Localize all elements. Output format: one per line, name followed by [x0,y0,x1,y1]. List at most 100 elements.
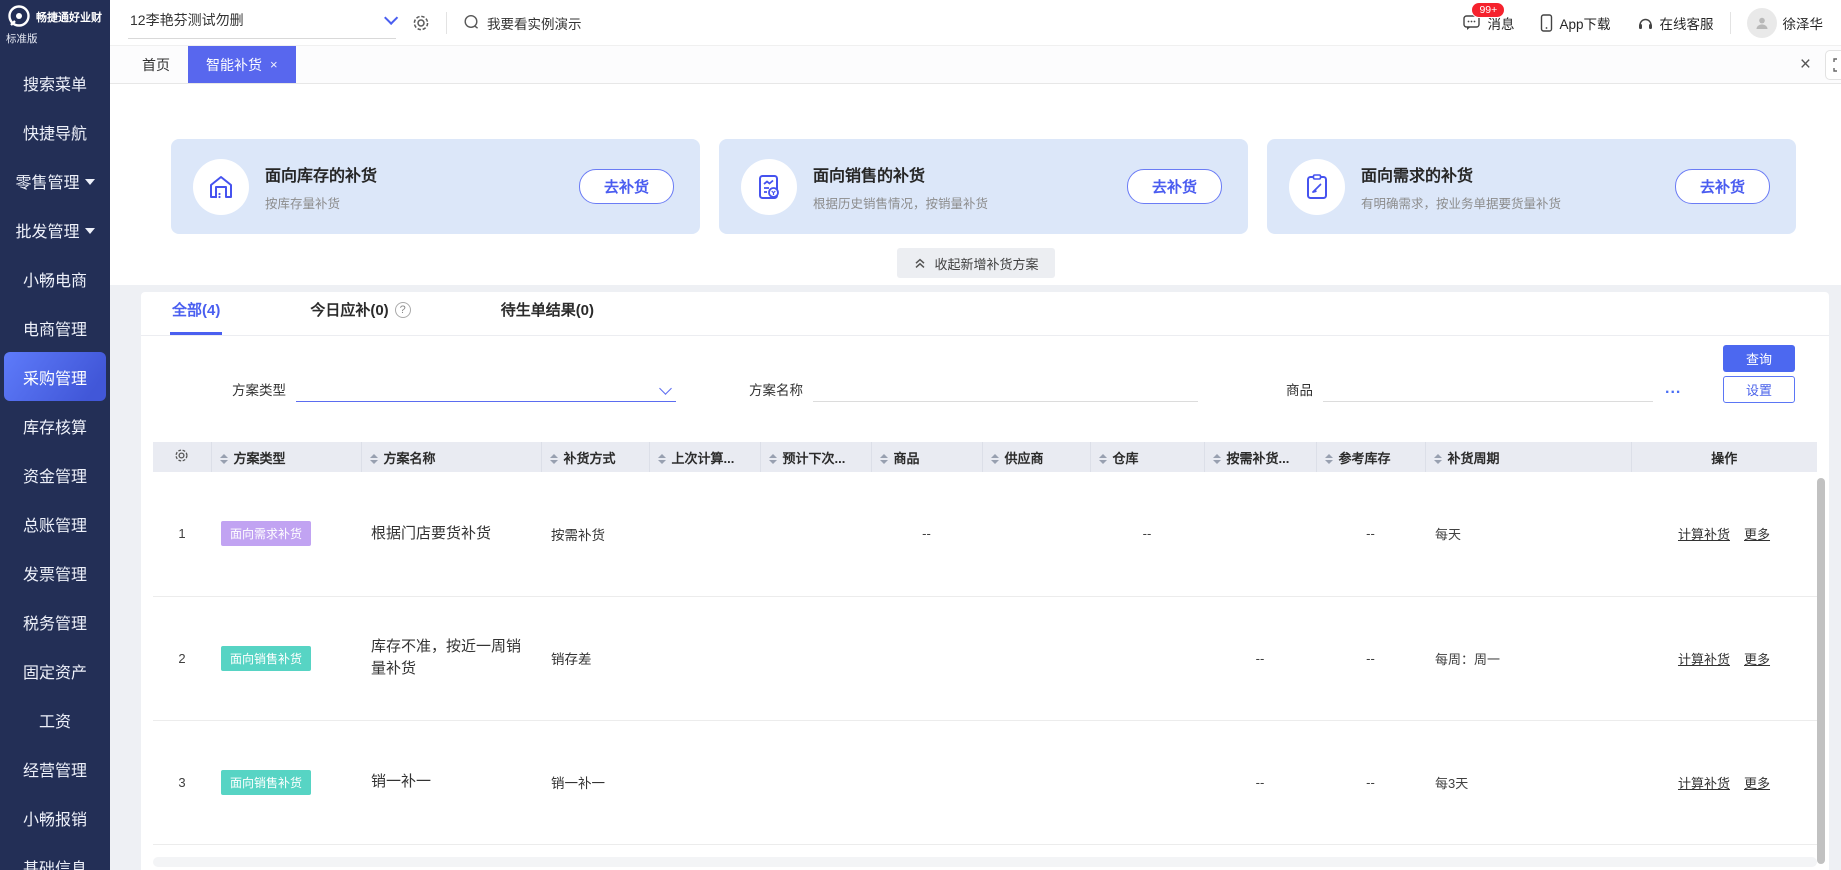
sidebar-item-ecom-mgmt[interactable]: 电商管理 [4,303,106,352]
header-supplier[interactable]: 供应商 [982,442,1091,472]
go-replenish-button[interactable]: 去补货 [1674,169,1770,204]
online-support-button[interactable]: 在线客服 [1637,13,1714,33]
calc-replenish-link[interactable]: 计算补货 [1678,652,1730,667]
plan-type-select[interactable] [296,376,676,402]
header-label: 按需补货... [1226,450,1290,466]
sidebar-item-purchase-mgmt[interactable]: 采购管理 [4,352,106,401]
go-replenish-button[interactable]: 去补货 [578,169,674,204]
product [871,720,982,845]
settings-button[interactable]: 设置 [1723,376,1795,403]
ref-stock: -- [1316,472,1425,597]
sort-icon[interactable] [219,454,228,465]
vertical-scrollbar[interactable] [1817,478,1825,864]
sidebar-item-inventory-accounting[interactable]: 库存核算 [4,401,106,450]
gear-icon [175,449,188,462]
more-link[interactable]: 更多 [1744,776,1770,791]
tab-label: 今日应补(0) [310,302,389,319]
sidebar-item-general-ledger[interactable]: 总账管理 [4,499,106,548]
more-filters-ellipsis-icon[interactable]: ... [1665,381,1681,397]
more-link[interactable]: 更多 [1744,652,1770,667]
header-label: 操作 [1711,450,1738,466]
search-button[interactable]: 查询 [1723,345,1795,372]
sidebar-item-funds[interactable]: 资金管理 [4,450,106,499]
sort-icon[interactable] [1098,454,1107,465]
sidebar-item-payroll[interactable]: 工资 [4,695,106,744]
sidebar-item-fixed-assets[interactable]: 固定资产 [4,646,106,695]
plan-name: 根据门店要货补货 [361,472,541,597]
app-download-label: App下载 [1559,16,1611,32]
table-header-row: 方案类型 方案名称 补货方式 上次计算... 预计下次... 商品 供应商 仓库… [153,442,1817,472]
sidebar-item-label: 小畅报销 [22,811,87,829]
demo-link[interactable]: 我要看实例演示 [463,13,582,33]
tab-close-icon[interactable]: × [270,57,278,72]
sidebar-item-tax[interactable]: 税务管理 [4,597,106,646]
plan-name-input[interactable] [813,376,1198,402]
cycle: 每天 [1425,472,1631,597]
product [871,596,982,721]
header-cycle[interactable]: 补货周期 [1425,442,1632,472]
fullscreen-button[interactable] [1825,49,1841,80]
sidebar-item-search-menu[interactable]: 搜索菜单 [4,58,106,107]
main-content: 面向库存的补货 按库存量补货 去补货 面向销售的补货 根据历史销售情况，按销量补… [110,84,1841,870]
plan-type-badge: 面向销售补货 [221,769,312,795]
column-settings-button[interactable] [153,442,212,472]
calc-replenish-link[interactable]: 计算补货 [1678,776,1730,791]
help-icon[interactable]: ? [394,301,411,318]
plans-table: 方案类型 方案名称 补货方式 上次计算... 预计下次... 商品 供应商 仓库… [153,442,1817,867]
sort-icon[interactable] [879,454,888,465]
header-next-calc[interactable]: 预计下次... [760,442,872,472]
sidebar-item-wholesale[interactable]: 批发管理 [4,205,106,254]
go-replenish-button[interactable]: 去补货 [1126,169,1222,204]
app-download-button[interactable]: App下载 [1540,13,1611,33]
account-switcher[interactable]: 12李艳芬测试勿删 [128,6,399,39]
header-product[interactable]: 商品 [871,442,983,472]
sort-icon[interactable] [1324,454,1333,465]
ref-stock: -- [1316,596,1425,721]
header-plan-name[interactable]: 方案名称 [361,442,542,472]
cycle: 每3天 [1425,720,1631,845]
sidebar-item-operations[interactable]: 经营管理 [4,744,106,793]
settings-gear-button[interactable] [412,14,430,32]
header-plan-type[interactable]: 方案类型 [211,442,362,472]
tab-all-plans[interactable]: 全部(4) [170,299,223,335]
header-method[interactable]: 补货方式 [541,442,650,472]
tab-today-due[interactable]: 今日应补(0) ? [308,299,412,335]
sort-icon[interactable] [549,454,558,465]
sidebar-item-xiaochang-ecom[interactable]: 小畅电商 [4,254,106,303]
sidebar-item-invoice[interactable]: 发票管理 [4,548,106,597]
sidebar-item-expense[interactable]: 小畅报销 [4,793,106,842]
sort-icon[interactable] [1212,454,1221,465]
sidebar-item-quick-nav[interactable]: 快捷导航 [4,107,106,156]
collapse-new-plan-bar[interactable]: 收起新增补货方案 [896,248,1055,278]
header-ref-stock[interactable]: 参考库存 [1316,442,1426,472]
sort-icon[interactable] [1433,454,1442,465]
sidebar-item-label: 电商管理 [22,321,87,339]
messages-badge: 99+ [1471,1,1506,18]
account-name: 12李艳芬测试勿删 [130,12,244,28]
tab-smart-replenish[interactable]: 智能补货 × [188,46,296,83]
product-input[interactable] [1323,376,1653,402]
demand-doc-icon [1289,158,1345,215]
sort-icon[interactable] [369,454,378,465]
header-warehouse[interactable]: 仓库 [1090,442,1205,472]
more-link[interactable]: 更多 [1744,527,1770,542]
header-demand-qty[interactable]: 按需补货... [1204,442,1317,472]
double-chevron-up-icon [914,258,924,268]
demo-play-icon [464,14,479,29]
header-last-calc[interactable]: 上次计算... [649,442,761,472]
horizontal-scrollbar[interactable] [153,856,1817,867]
sidebar: 畅捷通好业财 标准版 搜索菜单 快捷导航 零售管理 批发管理 小畅电商 电商管理… [0,0,110,870]
sort-icon[interactable] [990,454,999,465]
sort-icon[interactable] [657,454,666,465]
card-demand-replenish: 面向需求的补货 有明确需求，按业务单据要货量补货 去补货 [1267,139,1796,234]
tab-pending-orders[interactable]: 待生单结果(0) [499,299,596,335]
calc-replenish-link[interactable]: 计算补货 [1678,527,1730,542]
close-all-tabs-icon[interactable]: × [1800,55,1811,74]
messages-button[interactable]: 消息 99+ [1463,1,1514,33]
sidebar-item-retail[interactable]: 零售管理 [4,156,106,205]
user-profile[interactable]: 徐泽华 [1746,7,1823,38]
brand-block: 畅捷通好业财 标准版 [0,0,110,46]
tab-home[interactable]: 首页 [124,46,188,83]
sidebar-item-base-info[interactable]: 基础信息 [4,842,106,870]
sort-icon[interactable] [768,454,777,465]
